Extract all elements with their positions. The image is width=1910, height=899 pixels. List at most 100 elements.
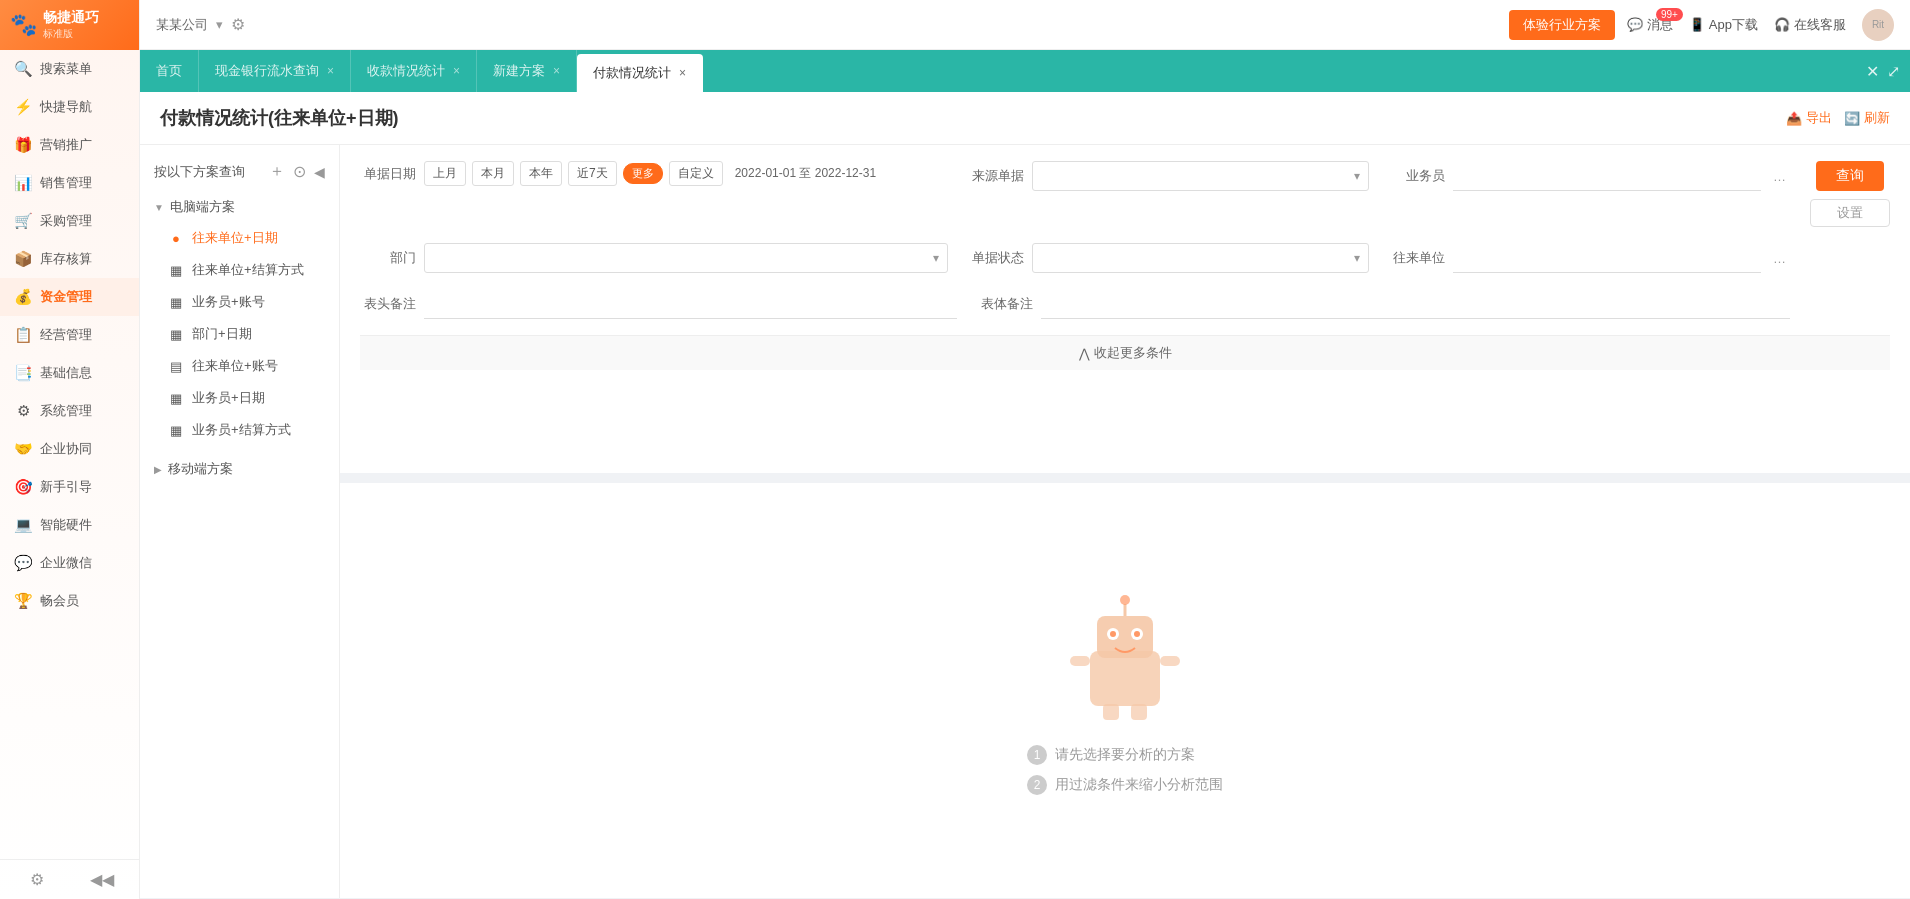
sales-icon: 📊 — [14, 174, 32, 192]
sidebar-item-purchase[interactable]: 🛒 采购管理 — [0, 202, 139, 240]
date-options: 上月 本月 本年 近7天 更多 自定义 2022-01-01 至 2022-12… — [424, 161, 882, 186]
tab-payments[interactable]: 付款情况统计 × — [577, 54, 703, 92]
salesperson-dots-icon[interactable]: … — [1769, 169, 1790, 184]
tab-cashflow[interactable]: 现金银行流水查询 × — [199, 50, 351, 92]
date-opt-custom[interactable]: 自定义 — [669, 161, 723, 186]
counterpart-dots-icon[interactable]: … — [1769, 251, 1790, 266]
sidebar-item-sales[interactable]: 📊 销售管理 — [0, 164, 139, 202]
export-btn[interactable]: 📤 导出 — [1786, 109, 1832, 127]
purchase-icon: 🛒 — [14, 212, 32, 230]
tab-new-scheme-close-icon[interactable]: × — [553, 64, 560, 78]
date-label: 单据日期 — [360, 165, 416, 183]
collapse-more-btn[interactable]: ⋀ 收起更多条件 — [360, 335, 1890, 370]
sidebar-item-label: 快捷导航 — [40, 98, 92, 116]
scheme-group-mobile-arrow-icon: ▶ — [154, 464, 162, 475]
scheme-item-icon: ▤ — [168, 358, 184, 374]
dropdown-arrow-icon[interactable]: ▾ — [216, 17, 223, 32]
date-opt-this-year[interactable]: 本年 — [520, 161, 562, 186]
filter-row-3: 表头备注 表体备注 — [360, 289, 1890, 319]
tab-new-scheme[interactable]: 新建方案 × — [477, 50, 577, 92]
sidebar-item-capital[interactable]: 💰 资金管理 — [0, 278, 139, 316]
app-download-btn[interactable]: 📱 App下载 — [1689, 16, 1758, 34]
main-area: 某某公司 ▾ ⚙ 体验行业方案 💬 消息 99+ 📱 App下载 🎧 在线客服 … — [140, 0, 1910, 899]
guide-icon: 🎯 — [14, 478, 32, 496]
tab-cashflow-close-icon[interactable]: × — [327, 64, 334, 78]
scheme-item-counterpart-account[interactable]: ▤ 往来单位+账号 — [140, 350, 339, 382]
online-service-btn[interactable]: 🎧 在线客服 — [1774, 16, 1846, 34]
scheme-item-salesperson-account[interactable]: ▦ 业务员+账号 — [140, 286, 339, 318]
voucher-status-label: 单据状态 — [968, 249, 1024, 267]
scheme-item-icon: ▦ — [168, 262, 184, 278]
scheme-item-label: 部门+日期 — [192, 325, 252, 343]
filter-settings-btn[interactable]: 设置 — [1810, 199, 1890, 227]
sidebar-item-operations[interactable]: 📋 经营管理 — [0, 316, 139, 354]
tab-receipts[interactable]: 收款情况统计 × — [351, 50, 477, 92]
body-note-input[interactable] — [1041, 289, 1790, 319]
sidebar-item-label: 库存核算 — [40, 250, 92, 268]
service-label: 在线客服 — [1794, 16, 1846, 34]
date-opt-last-month[interactable]: 上月 — [424, 161, 466, 186]
sidebar-item-marketing[interactable]: 🎁 营销推广 — [0, 126, 139, 164]
sidebar-item-label: 营销推广 — [40, 136, 92, 154]
sidebar-item-member[interactable]: 🏆 畅会员 — [0, 582, 139, 620]
trial-btn[interactable]: 体验行业方案 — [1509, 10, 1615, 40]
scheme-collapse-btn[interactable]: ◀ — [314, 164, 325, 180]
scheme-item-counterpart-date[interactable]: ● 往来单位+日期 — [140, 222, 339, 254]
content-wrapper: 按以下方案查询 ＋ ⊙ ◀ ▼ 电脑端方案 ● 往来单位+日期 — [140, 145, 1910, 898]
sidebar-item-basic-info[interactable]: 📑 基础信息 — [0, 354, 139, 392]
counterpart-input[interactable] — [1453, 243, 1761, 273]
tab-payments-close-icon[interactable]: × — [679, 66, 686, 80]
header-note-input[interactable] — [424, 289, 957, 319]
tab-maximize-icon[interactable]: ⤢ — [1887, 62, 1900, 81]
scheme-item-dept-date[interactable]: ▦ 部门+日期 — [140, 318, 339, 350]
sidebar-collapse-btn[interactable]: ◀◀ — [75, 870, 130, 889]
sidebar-item-guide[interactable]: 🎯 新手引导 — [0, 468, 139, 506]
date-opt-last-7-days[interactable]: 近7天 — [568, 161, 617, 186]
scheme-group-mobile-header[interactable]: ▶ 移动端方案 — [140, 454, 339, 484]
sidebar-item-search-menu[interactable]: 🔍 搜索菜单 — [0, 50, 139, 88]
scheme-settings-btn[interactable]: ⊙ — [293, 162, 306, 181]
filter-dept-item: 部门 ▾ — [360, 243, 948, 273]
scheme-item-label: 往来单位+日期 — [192, 229, 278, 247]
tab-home[interactable]: 首页 — [140, 50, 199, 92]
scheme-item-salesperson-settlement[interactable]: ▦ 业务员+结算方式 — [140, 414, 339, 446]
dept-select[interactable]: ▾ — [424, 243, 948, 273]
empty-hint-1: 1 请先选择要分析的方案 — [1027, 745, 1223, 765]
sidebar-item-hardware[interactable]: 💻 智能硬件 — [0, 506, 139, 544]
message-btn[interactable]: 💬 消息 99+ — [1627, 16, 1673, 34]
sidebar-item-label: 资金管理 — [40, 288, 92, 306]
tab-receipts-close-icon[interactable]: × — [453, 64, 460, 78]
scheme-group-pc-header[interactable]: ▼ 电脑端方案 — [140, 192, 339, 222]
scheme-panel-actions: ＋ ⊙ ◀ — [269, 161, 325, 182]
sidebar-item-system[interactable]: ⚙ 系统管理 — [0, 392, 139, 430]
date-opt-more[interactable]: 更多 — [623, 163, 663, 184]
operations-icon: 📋 — [14, 326, 32, 344]
source-select[interactable]: ▾ — [1032, 161, 1369, 191]
empty-state-area: 1 请先选择要分析的方案 2 用过滤条件来缩小分析范围 — [340, 483, 1910, 899]
salesperson-input[interactable] — [1453, 161, 1761, 191]
scheme-add-btn[interactable]: ＋ — [269, 161, 285, 182]
sidebar-item-quick-nav[interactable]: ⚡ 快捷导航 — [0, 88, 139, 126]
source-select-arrow-icon: ▾ — [1354, 169, 1360, 183]
query-area: 查询 设置 — [1810, 161, 1890, 227]
quick-nav-icon: ⚡ — [14, 98, 32, 116]
hint-num-2: 2 — [1027, 775, 1047, 795]
topbar-settings-icon[interactable]: ⚙ — [231, 15, 245, 34]
tab-close-all-icon[interactable]: ✕ — [1866, 62, 1879, 81]
query-btn[interactable]: 查询 — [1816, 161, 1884, 191]
sidebar-item-label: 基础信息 — [40, 364, 92, 382]
sidebar-item-inventory[interactable]: 📦 库存核算 — [0, 240, 139, 278]
app-download-icon: 📱 — [1689, 17, 1705, 32]
user-avatar[interactable]: Rit — [1862, 9, 1894, 41]
voucher-status-select[interactable]: ▾ — [1032, 243, 1369, 273]
scheme-item-counterpart-settlement[interactable]: ▦ 往来单位+结算方式 — [140, 254, 339, 286]
sidebar-item-cooperation[interactable]: 🤝 企业协同 — [0, 430, 139, 468]
refresh-btn[interactable]: 🔄 刷新 — [1844, 109, 1890, 127]
sidebar-item-label: 搜索菜单 — [40, 60, 92, 78]
scheme-item-salesperson-date[interactable]: ▦ 业务员+日期 — [140, 382, 339, 414]
sidebar-settings-btn[interactable]: ⚙ — [10, 870, 65, 889]
page-title: 付款情况统计(往来单位+日期) — [160, 106, 399, 130]
sidebar-item-wechat[interactable]: 💬 企业微信 — [0, 544, 139, 582]
date-opt-this-month[interactable]: 本月 — [472, 161, 514, 186]
filter-date-item: 单据日期 上月 本月 本年 近7天 更多 自定义 2022-01-01 至 20… — [360, 161, 948, 186]
